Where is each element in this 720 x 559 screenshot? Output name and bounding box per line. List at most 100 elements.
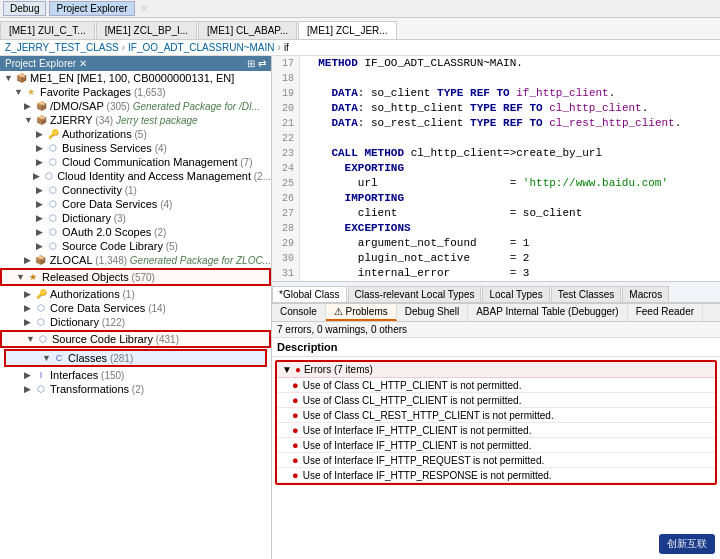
panel-header: Project Explorer ✕ ⊞ ⇄ <box>0 56 271 71</box>
expand-arrow[interactable]: ▶ <box>36 241 46 251</box>
expand-arrow[interactable]: ▶ <box>24 384 34 394</box>
expand-arrow[interactable]: ▶ <box>36 199 46 209</box>
code-line-18: 18 <box>272 71 720 86</box>
tab-cl-abap[interactable]: [ME1] CL_ABAP... <box>198 21 297 39</box>
tab-local-types[interactable]: Class-relevant Local Types <box>348 286 482 302</box>
tab-abap-internal[interactable]: ABAP Internal Table (Debugger) <box>468 304 628 321</box>
code-line-24: 24 EXPORTING <box>272 161 720 176</box>
tree-item-business-services[interactable]: ▶ ⬡ Business Services (4) <box>0 141 271 155</box>
tab-macros[interactable]: Macros <box>622 286 669 302</box>
error-item-3: ● Use of Class CL_REST_HTTP_CLIENT is no… <box>277 408 715 423</box>
tree-item-connectivity[interactable]: ▶ ⬡ Connectivity (1) <box>0 183 271 197</box>
expand-arrow[interactable]: ▶ <box>36 213 46 223</box>
expand-arrow[interactable]: ▶ <box>36 129 46 139</box>
error-text-1: Use of Class CL_HTTP_CLIENT is not permi… <box>303 380 522 391</box>
error-dot-5: ● <box>292 439 299 451</box>
tab-feed-reader[interactable]: Feed Reader <box>628 304 703 321</box>
error-text-7: Use of Interface IF_HTTP_RESPONSE is not… <box>303 470 552 481</box>
breadcrumb-item-2[interactable]: IF_OO_ADT_CLASSRUN~MAIN <box>128 42 274 53</box>
tree-area: ▼ 📦 ME1_EN [ME1, 100, CB0000000131, EN] … <box>0 71 271 559</box>
tree-item-cloud-comm[interactable]: ▶ ⬡ Cloud Communication Management (7) <box>0 155 271 169</box>
error-item-6: ● Use of Interface IF_HTTP_REQUEST is no… <box>277 453 715 468</box>
error-dot-2: ● <box>292 394 299 406</box>
expand-arrow[interactable]: ▼ <box>42 353 52 363</box>
tree-item-dmo[interactable]: ▶ 📦 /DMO/SAP (305) Generated Package for… <box>0 99 271 113</box>
tree-item-classes[interactable]: ▼ C Classes (281) <box>4 349 267 367</box>
tab-local-types-2[interactable]: Local Types <box>482 286 549 302</box>
project-explorer-panel: Project Explorer ✕ ⊞ ⇄ ▼ 📦 ME1_EN [ME1, … <box>0 56 272 559</box>
expand-arrow[interactable]: ▶ <box>24 289 34 299</box>
code-line-27: 27 client = so_client <box>272 206 720 221</box>
code-line-19: 19 DATA: so_client TYPE REF TO if_http_c… <box>272 86 720 101</box>
expand-arrow[interactable]: ▶ <box>36 185 46 195</box>
tree-item-zjerry[interactable]: ▼ 📦 ZJERRY (34) Jerry test package <box>0 113 271 127</box>
expand-arrow[interactable]: ▶ <box>33 171 42 181</box>
explorer-tab[interactable]: Project Explorer <box>49 1 134 16</box>
expand-arrow[interactable]: ▼ <box>26 334 36 344</box>
code-line-30: 30 plugin_not_active = 2 <box>272 251 720 266</box>
tree-item-core-data-1[interactable]: ▶ ⬡ Core Data Services (4) <box>0 197 271 211</box>
expand-arrow[interactable]: ▼ <box>4 73 14 83</box>
breadcrumb-item-1[interactable]: Z_JERRY_TEST_CLASS <box>5 42 119 53</box>
tab-zui[interactable]: [ME1] ZUI_C_T... <box>0 21 95 39</box>
code-lines: 17 METHOD IF_OO_ADT_CLASSRUN~MAIN. 18 19… <box>272 56 720 281</box>
tree-item-source-lib-2[interactable]: ▼ ⬡ Source Code Library (431) <box>0 330 271 348</box>
expand-arrow[interactable]: ▶ <box>24 317 34 327</box>
tree-item-released[interactable]: ▼ ★ Released Objects (570) <box>0 268 271 286</box>
expand-arrow[interactable]: ▼ <box>24 115 34 125</box>
tree-item-transformations[interactable]: ▶ ⬡ Transformations (2) <box>0 382 271 396</box>
tree-item-cloud-identity[interactable]: ▶ ⬡ Cloud Identity and Access Management… <box>0 169 271 183</box>
code-editor: 17 METHOD IF_OO_ADT_CLASSRUN~MAIN. 18 19… <box>272 56 720 281</box>
tree-root[interactable]: ▼ 📦 ME1_EN [ME1, 100, CB0000000131, EN] <box>0 71 271 85</box>
folder-icon: ★ <box>24 86 38 98</box>
cloud-icon: ⬡ <box>46 156 60 168</box>
auth-icon: 🔑 <box>34 288 48 300</box>
tab-debug-shell[interactable]: Debug Shell <box>397 304 468 321</box>
error-dot-4: ● <box>292 424 299 436</box>
data-icon: ⬡ <box>46 198 60 210</box>
tree-item-oauth[interactable]: ▶ ⬡ OAuth 2.0 Scopes (2) <box>0 225 271 239</box>
tab-zcl-bp[interactable]: [ME1] ZCL_BP_I... <box>96 21 197 39</box>
tree-item-core-data-2[interactable]: ▶ ⬡ Core Data Services (14) <box>0 301 271 315</box>
package-icon: 📦 <box>34 254 48 266</box>
tree-item-authorizations-1[interactable]: ▶ 🔑 Authorizations (5) <box>0 127 271 141</box>
collapse-all-btn[interactable]: ⊞ <box>247 58 255 69</box>
tree-item-authorizations-2[interactable]: ▶ 🔑 Authorizations (1) <box>0 287 271 301</box>
tree-item-dictionary-1[interactable]: ▶ ⬡ Dictionary (3) <box>0 211 271 225</box>
error-dot-6: ● <box>292 454 299 466</box>
tree-item-dictionary-2[interactable]: ▶ ⬡ Dictionary (122) <box>0 315 271 329</box>
error-item-7: ● Use of Interface IF_HTTP_RESPONSE is n… <box>277 468 715 483</box>
tree-item-favorites[interactable]: ▼ ★ Favorite Packages (1,653) <box>0 85 271 99</box>
expand-arrow[interactable]: ▶ <box>36 143 46 153</box>
link-editor-btn[interactable]: ⇄ <box>258 58 266 69</box>
expand-arrow[interactable]: ▼ <box>14 87 24 97</box>
expand-arrow[interactable]: ▶ <box>24 255 34 265</box>
tab-global-class[interactable]: *Global Class <box>272 286 347 302</box>
expand-arrow[interactable]: ▶ <box>24 101 34 111</box>
tab-console[interactable]: Console <box>272 304 326 321</box>
breadcrumb: Z_JERRY_TEST_CLASS › IF_OO_ADT_CLASSRUN~… <box>0 40 720 56</box>
error-group-label: Errors (7 items) <box>304 364 373 375</box>
expand-arrow[interactable]: ▶ <box>24 303 34 313</box>
content-area: Project Explorer ✕ ⊞ ⇄ ▼ 📦 ME1_EN [ME1, … <box>0 56 720 559</box>
tab-problems[interactable]: ⚠ Problems <box>326 304 397 321</box>
expand-arrow[interactable]: ▶ <box>36 227 46 237</box>
code-line-22: 22 <box>272 131 720 146</box>
bottom-tab-bar: Console ⚠ Problems Debug Shell ABAP Inte… <box>272 303 720 322</box>
debug-tab[interactable]: Debug <box>3 1 46 16</box>
expand-arrow[interactable]: ▶ <box>36 157 46 167</box>
tree-item-zlocal[interactable]: ▶ 📦 ZLOCAL (1,348) Generated Package for… <box>0 253 271 267</box>
error-group-header[interactable]: ▼ ● Errors (7 items) <box>277 362 715 378</box>
auth-icon: 🔑 <box>46 128 60 140</box>
tree-item-interfaces[interactable]: ▶ I Interfaces (150) <box>0 368 271 382</box>
tab-zcl-jer[interactable]: [ME1] ZCL_JER... <box>298 21 397 39</box>
expand-arrow[interactable]: ▼ <box>16 272 26 282</box>
code-line-26: 26 IMPORTING <box>272 191 720 206</box>
tree-item-source-lib-1[interactable]: ▶ ⬡ Source Code Library (5) <box>0 239 271 253</box>
error-dot-7: ● <box>292 469 299 481</box>
error-icon: ● <box>295 364 301 375</box>
tab-test-classes[interactable]: Test Classes <box>551 286 622 302</box>
expand-arrow[interactable]: ▶ <box>24 370 34 380</box>
lib-icon: ⬡ <box>46 240 60 252</box>
dict-icon: ⬡ <box>46 212 60 224</box>
